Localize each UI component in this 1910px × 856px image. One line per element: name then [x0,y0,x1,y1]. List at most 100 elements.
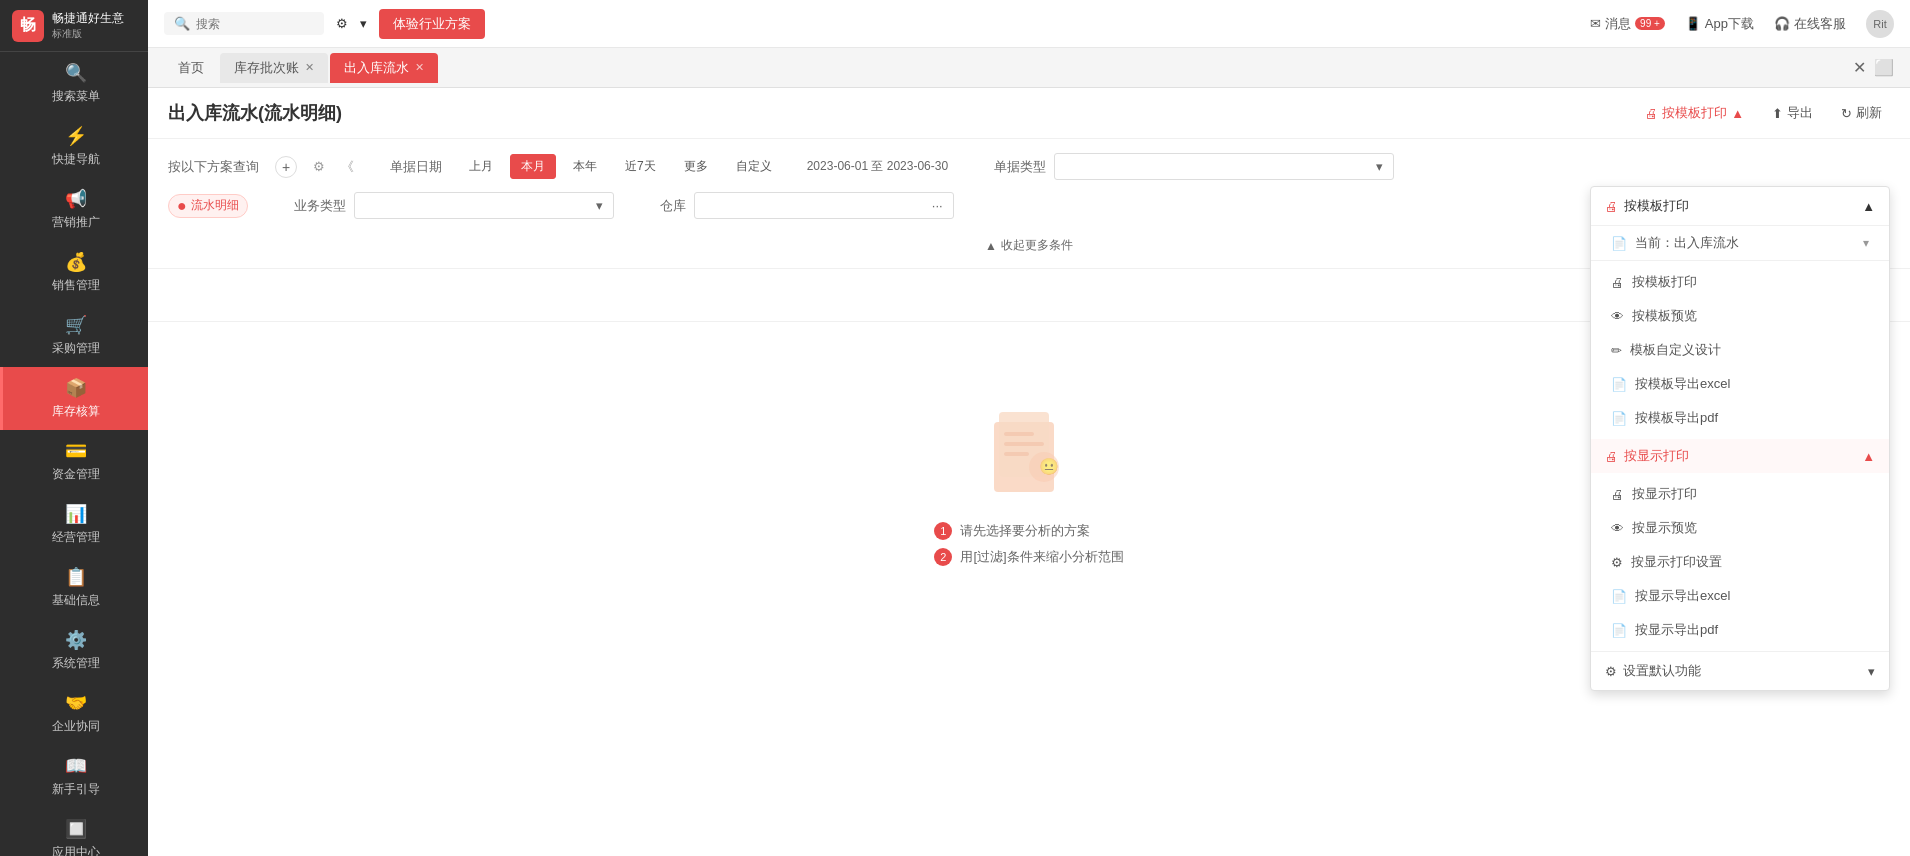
date-this-year[interactable]: 本年 [562,154,608,179]
sidebar-item-search-menu[interactable]: 🔍 搜索菜单 [0,52,148,115]
template-preview-label: 按模板预览 [1632,307,1697,325]
template-print-icon: 🖨 [1611,275,1624,290]
dropdown-display-export-excel[interactable]: 📄 按显示导出excel [1591,579,1889,613]
operations-icon: 📊 [65,503,87,525]
topbar-settings-icon[interactable]: ⚙ [336,16,348,31]
dropdown-template-export-excel[interactable]: 📄 按模板导出excel [1591,367,1889,401]
tab-batch-account[interactable]: 库存批次账 ✕ [220,53,328,83]
tab-flow[interactable]: 出入库流水 ✕ [330,53,438,83]
system-icon: ⚙️ [65,629,87,651]
export-button[interactable]: ⬆ 导出 [1764,100,1821,126]
date-this-month[interactable]: 本月 [510,154,556,179]
display-export-pdf-label: 按显示导出pdf [1635,621,1718,639]
dropdown-template-customize[interactable]: ✏ 模板自定义设计 [1591,333,1889,367]
dropdown-footer-label: 设置默认功能 [1623,662,1701,680]
industry-solution-button[interactable]: 体验行业方案 [379,9,485,39]
sidebar-item-quick-nav[interactable]: ⚡ 快捷导航 [0,115,148,178]
refresh-button[interactable]: ↻ 刷新 [1833,100,1890,126]
window-close-button[interactable]: ✕ [1853,58,1866,77]
online-service-button[interactable]: 🎧 在线客服 [1774,15,1846,33]
sidebar-item-label: 资金管理 [52,466,100,483]
warehouse-select[interactable]: ··· [694,192,954,219]
template-export-excel-label: 按模板导出excel [1635,375,1730,393]
sidebar-item-label: 搜索菜单 [52,88,100,105]
dropdown-current-item[interactable]: 📄 当前：出入库流水 ▾ [1591,226,1889,260]
display-print-settings-label: 按显示打印设置 [1631,553,1722,571]
sidebar-item-label: 快捷导航 [52,151,100,168]
sidebar-item-label: 营销推广 [52,214,100,231]
sidebar-item-cooperation[interactable]: 🤝 企业协同 [0,682,148,745]
tab-flow-close[interactable]: ✕ [415,61,424,74]
filter-chip-icon: ● [177,197,187,215]
sidebar-item-operations[interactable]: 📊 经营管理 [0,493,148,556]
doc-type-label: 单据类型 [994,158,1046,176]
content-area: 出入库流水(流水明细) 🖨 按模板打印 ▲ ⬆ 导出 ↻ 刷新 [148,88,1910,856]
business-type-dropdown-icon: ▾ [596,198,603,213]
dropdown-template-print[interactable]: 🖨 按模板打印 [1591,265,1889,299]
date-more[interactable]: 更多 [673,154,719,179]
display-preview-label: 按显示预览 [1632,519,1697,537]
business-type-select[interactable]: ▾ [354,192,614,219]
date-last-7[interactable]: 近7天 [614,154,667,179]
empty-steps: 1 请先选择要分析的方案 2 用[过滤]条件来缩小分析范围 [934,522,1123,574]
sidebar-item-label: 采购管理 [52,340,100,357]
page-header: 出入库流水(流水明细) 🖨 按模板打印 ▲ ⬆ 导出 ↻ 刷新 [148,88,1910,139]
svg-rect-3 [1004,442,1044,446]
sidebar-item-sales[interactable]: 💰 销售管理 [0,241,148,304]
date-custom[interactable]: 自定义 [725,154,783,179]
dropdown-display-export-pdf[interactable]: 📄 按显示导出pdf [1591,613,1889,647]
page-title: 出入库流水(流水明细) [168,101,342,125]
sidebar-item-tutorial[interactable]: 📖 新手引导 [0,745,148,808]
filter-add-button[interactable]: + [275,156,297,178]
dropdown-footer-icon: ⚙ [1605,664,1617,679]
topbar-search-box[interactable]: 🔍 [164,12,324,35]
dropdown-display-print[interactable]: 🖨 按显示打印 [1591,477,1889,511]
online-service-label: 在线客服 [1794,15,1846,33]
user-avatar[interactable]: Rit [1866,10,1894,38]
sidebar-item-finance[interactable]: 💳 资金管理 [0,430,148,493]
sidebar-item-basic-info[interactable]: 📋 基础信息 [0,556,148,619]
sidebar-item-label: 经营管理 [52,529,100,546]
sidebar-item-marketing[interactable]: 📢 营销推广 [0,178,148,241]
template-customize-icon: ✏ [1611,343,1622,358]
template-export-excel-icon: 📄 [1611,377,1627,392]
sidebar-item-label: 基础信息 [52,592,100,609]
sidebar-item-label: 销售管理 [52,277,100,294]
window-maximize-button[interactable]: ⬜ [1874,58,1894,77]
dropdown-display-preview[interactable]: 👁 按显示预览 [1591,511,1889,545]
user-name: Rit [1873,18,1886,30]
dropdown-template-preview[interactable]: 👁 按模板预览 [1591,299,1889,333]
filter-settings-icon[interactable]: ⚙ [313,159,325,174]
display-print-settings-icon: ⚙ [1611,555,1623,570]
dropdown-footer[interactable]: ⚙ 设置默认功能 ▾ [1591,651,1889,690]
display-section-title: 按显示打印 [1624,447,1689,465]
topbar-dropdown-icon[interactable]: ▾ [360,16,367,31]
doc-type-select[interactable]: ▾ [1054,153,1394,180]
date-last-month[interactable]: 上月 [458,154,504,179]
sidebar-item-purchase[interactable]: 🛒 采购管理 [0,304,148,367]
dropdown-display-section-header[interactable]: 🖨 按显示打印 ▲ [1591,439,1889,473]
display-export-excel-label: 按显示导出excel [1635,587,1730,605]
logo-line1: 畅捷通好生意 [52,10,124,27]
collapse-filter-button[interactable]: ▲ 收起更多条件 [985,237,1073,254]
messages-button[interactable]: ✉ 消息 99 + [1590,15,1665,33]
app-download-button[interactable]: 📱 App下载 [1685,15,1754,33]
dropdown-title: 按模板打印 [1624,197,1689,215]
topbar-search-input[interactable] [196,17,314,31]
filter-collapse-icon[interactable]: 《 [341,158,354,176]
sidebar-item-system[interactable]: ⚙️ 系统管理 [0,619,148,682]
dropdown-template-export-pdf[interactable]: 📄 按模板导出pdf [1591,401,1889,435]
active-filter-chip: ● 流水明细 [168,194,248,218]
basic-info-icon: 📋 [65,566,87,588]
tab-batch-account-close[interactable]: ✕ [305,61,314,74]
dropdown-up-arrow[interactable]: ▲ [1862,199,1875,214]
headset-icon: 🎧 [1774,16,1790,31]
print-template-button[interactable]: 🖨 按模板打印 ▲ [1637,100,1752,126]
dropdown-current-label: 当前：出入库流水 [1635,234,1739,252]
warehouse-more-icon: ··· [932,198,943,213]
sidebar-item-inventory[interactable]: 📦 库存核算 [0,367,148,430]
sidebar-item-app-center[interactable]: 🔲 应用中心 [0,808,148,856]
display-preview-icon: 👁 [1611,521,1624,536]
tab-home[interactable]: 首页 [164,53,218,83]
dropdown-display-print-settings[interactable]: ⚙ 按显示打印设置 [1591,545,1889,579]
